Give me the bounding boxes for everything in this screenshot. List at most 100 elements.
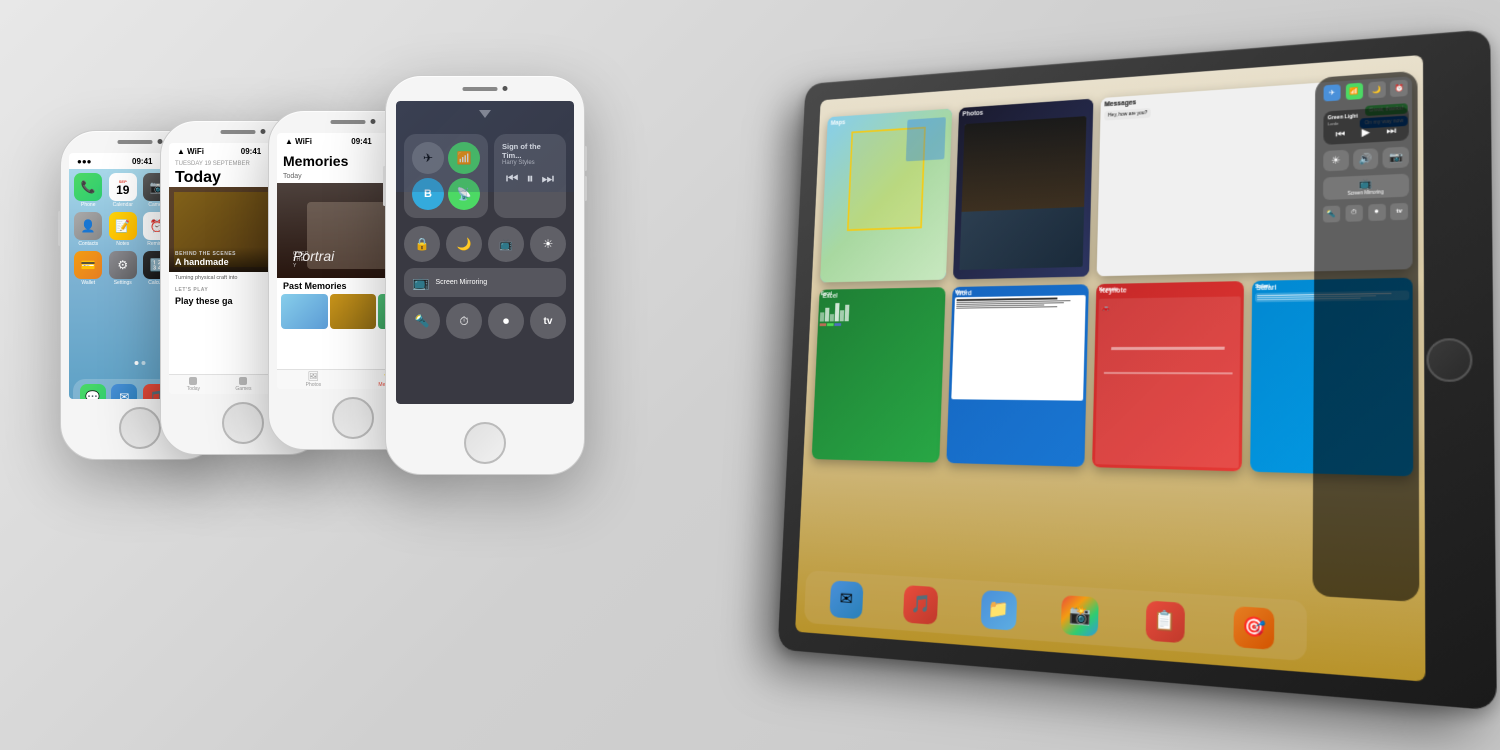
phone4-vol-up[interactable] (584, 146, 587, 171)
ipad-cp-timer-btn[interactable]: ⏱ (1345, 205, 1362, 222)
ipad-cp-music-widget: Green Light Lorde ⏮ ▶ ⏭ (1323, 106, 1409, 145)
cc-timer-btn[interactable]: ⏱ (446, 303, 482, 339)
phone2-home-button[interactable] (222, 402, 264, 444)
cc-lock-rotation-btn[interactable]: 🔒 (404, 226, 440, 262)
dock-app-photos[interactable]: 📸 (1061, 595, 1099, 637)
memory-thumb-1[interactable] (281, 294, 328, 329)
settings-app-icon[interactable]: ⚙ (109, 251, 137, 279)
cc-airplay-icon: 📺 (412, 274, 429, 291)
app-cell-contacts[interactable]: 👤 Contacts (73, 212, 104, 247)
settings-app-label: Settings (114, 280, 132, 286)
ipad-cp-row-1: ✈ 📶 🌙 ⏰ (1324, 79, 1409, 101)
iphone-4-control-center: ✈ 📶 B 📡 Sign of the Tim... Harry Styles … (385, 75, 585, 475)
phone-app-icon[interactable]: 📞 (74, 173, 102, 201)
ipad-cp-row-2: ☀ 🔊 📷 (1323, 147, 1409, 172)
wallet-app-label: Wallet (81, 280, 95, 286)
ipad-cp-moon-btn[interactable]: 🌙 (1368, 81, 1385, 98)
phone4-home-button[interactable] (464, 422, 506, 464)
notes-app-icon[interactable]: 📝 (109, 212, 137, 240)
today-tab-icon (189, 377, 197, 385)
word-card-label: Word (956, 290, 972, 297)
ipad-card-excel[interactable]: Excel (812, 287, 946, 463)
maps-card-label: Maps (831, 120, 846, 127)
phone4-power-btn[interactable] (383, 166, 386, 206)
ipad-cp-flashlight-btn[interactable]: 🔦 (1323, 206, 1340, 223)
page-dot-1 (135, 361, 139, 365)
app-cell-notes[interactable]: 📝 Notes (108, 212, 139, 247)
memory-sub-text: OVER THE Y (293, 251, 309, 269)
contacts-app-icon[interactable]: 👤 (74, 212, 102, 240)
app-cell-settings[interactable]: ⚙ Settings (108, 251, 139, 286)
app-cell-phone[interactable]: 📞 Phone (73, 173, 104, 208)
phone4-screen: ✈ 📶 B 📡 Sign of the Tim... Harry Styles … (396, 101, 574, 404)
phone4-vol-down[interactable] (584, 176, 587, 201)
ipad-card-word[interactable]: Word Word (946, 284, 1089, 467)
speaker-grill-2 (220, 130, 255, 134)
ipad-cp-airplane-btn[interactable]: ✈ (1324, 84, 1341, 101)
memory-thumb-2[interactable] (330, 294, 377, 329)
files-dock-icon: 📁 (988, 598, 1010, 621)
notes-app-label: Notes (116, 241, 129, 247)
ipad-cp-play-btn[interactable]: ▶ (1361, 127, 1369, 139)
phone2-signal: ▲ WiFi (177, 147, 204, 156)
dock-app-omnifocus[interactable]: 🎯 (1234, 606, 1275, 650)
speaker-grill-4 (463, 87, 498, 91)
ipad-cp-brightness-btn[interactable]: ☀ (1323, 150, 1348, 172)
games-tab-icon (239, 377, 247, 385)
phone3-time: 09:41 (351, 137, 371, 146)
ipad-cp-record-btn[interactable]: ⏺ (1368, 204, 1386, 221)
app-cell-wallet[interactable]: 💳 Wallet (73, 251, 104, 286)
cc-appletv-btn[interactable]: tv (530, 303, 566, 339)
dock-messages-icon[interactable]: 💬 (80, 384, 106, 399)
cc-brightness-btn[interactable]: ☀ (530, 226, 566, 262)
ipad-cp-volume-btn[interactable]: 🔊 (1353, 148, 1379, 170)
app-cell-calendar[interactable]: SEP 19 Calendar (108, 173, 139, 208)
omnifocus-dock-icon: 🎯 (1242, 615, 1266, 639)
ipad-card-keynote[interactable]: Keynote 🚗 Keynote (1092, 281, 1244, 472)
dock-app-music[interactable]: 🎵 (903, 585, 938, 625)
ipad-card-maps[interactable]: Maps (820, 109, 952, 283)
ipad-cp-next-btn[interactable]: ⏭ (1386, 126, 1396, 138)
ipad-control-panel: ✈ 📶 🌙 ⏰ Green Light Lorde ⏮ ▶ (1312, 71, 1419, 602)
ipad-cp-camera-btn[interactable]: 📷 (1383, 147, 1409, 169)
contacts-app-label: Contacts (78, 241, 98, 247)
ipad-cp-prev-btn[interactable]: ⏮ (1336, 129, 1346, 141)
tab-photos[interactable]: 🖼 Photos (306, 371, 322, 388)
ipad-home-button[interactable] (1426, 338, 1472, 382)
speaker-grill-3 (331, 120, 366, 124)
phone1-power-btn[interactable] (58, 211, 61, 246)
mail-dock-icon: ✉ (839, 589, 853, 610)
cc-row-2: 🔒 🌙 📺 ☀ (396, 226, 574, 262)
dock-app-keynote[interactable]: 📋 (1145, 600, 1184, 643)
phone-app-label: Phone (81, 202, 95, 208)
photos-tab-icon: 🖼 (308, 371, 319, 382)
cc-screen-mirror-label: Screen Mirroring (435, 278, 487, 287)
phone3-signal: ▲ WiFi (285, 137, 312, 146)
cc-screen-record-btn[interactable]: ⏺ (488, 303, 524, 339)
cc-screen-mirroring-btn[interactable]: 📺 (488, 226, 524, 262)
ipad-cp-wifi-btn[interactable]: 📶 (1346, 83, 1363, 100)
keynote-dock-icon: 📋 (1153, 609, 1176, 633)
calendar-app-icon[interactable]: SEP 19 (109, 173, 137, 201)
ipad-cp-alarm-btn[interactable]: ⏰ (1390, 80, 1408, 98)
dock-app-mail[interactable]: ✉ (829, 580, 863, 619)
tab-today[interactable]: Today (187, 377, 200, 392)
scene: ●●● 09:41 🔋 📞 Phone SEP 19 Calendar (0, 0, 1500, 750)
ipad-container: Maps Photos (750, 50, 1470, 670)
signal-indicator: ●●● (77, 157, 92, 166)
ipad-cp-music-controls: ⏮ ▶ ⏭ (1328, 125, 1405, 141)
camera-dot-2 (260, 129, 265, 134)
phone1-home-button[interactable] (119, 407, 161, 449)
wallet-app-icon[interactable]: 💳 (74, 251, 102, 279)
phone3-home-button[interactable] (332, 397, 374, 439)
ipad-cp-tv-btn[interactable]: tv (1391, 203, 1409, 220)
safari-card-label: Safari (1256, 284, 1276, 292)
tab-games[interactable]: Games (235, 377, 251, 392)
dock-app-files[interactable]: 📁 (980, 589, 1017, 630)
dock-mail-icon[interactable]: ✉ (111, 384, 137, 399)
cc-flashlight-btn[interactable]: 🔦 (404, 303, 440, 339)
cc-night-mode-btn[interactable]: 🌙 (446, 226, 482, 262)
page-dot-2 (142, 361, 146, 365)
photos-tab-label: Photos (306, 382, 322, 388)
ipad-card-photos[interactable]: Photos (953, 99, 1093, 279)
